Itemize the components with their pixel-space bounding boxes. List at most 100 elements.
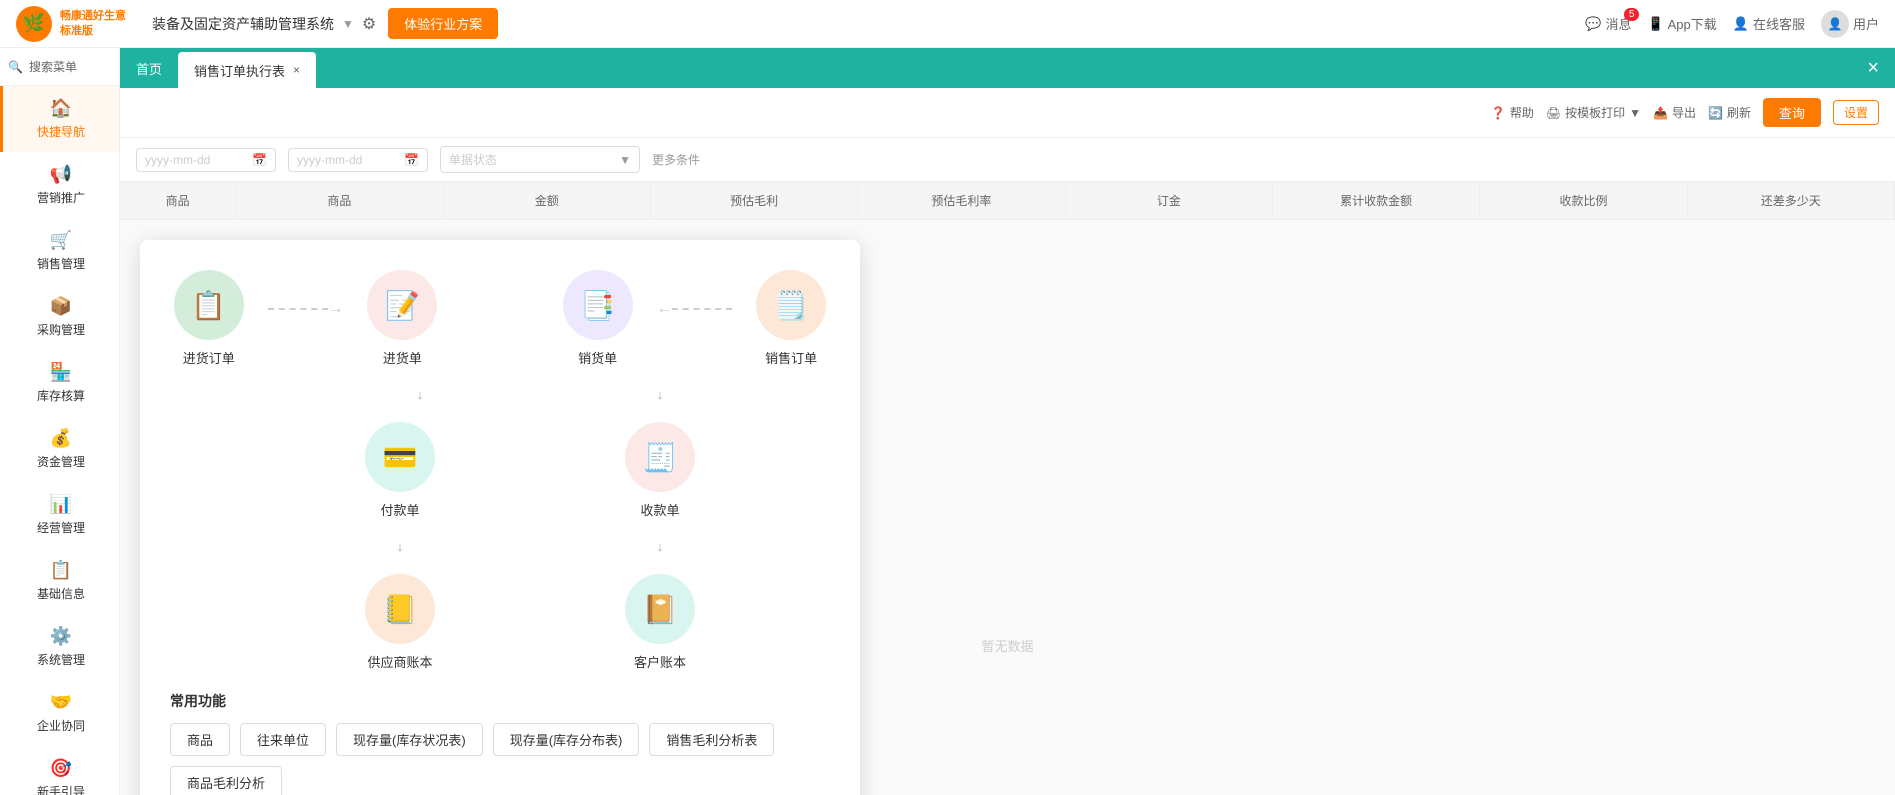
help-button[interactable]: ❓ 帮助 (1491, 104, 1534, 121)
purchase-receipt-label: 进货单 (383, 348, 422, 367)
sidebar-item-guide[interactable]: 🎯新手引导 (0, 746, 119, 795)
table-header-1: 商品 (236, 182, 443, 219)
sidebar-item-enterprise[interactable]: 🤝企业协同 (0, 680, 119, 746)
function-button[interactable]: 往来单位 (240, 723, 326, 756)
flow-node-receipt[interactable]: 🧾 收款单 (610, 422, 710, 519)
finance-icon: 💰 (50, 428, 72, 449)
sales-receipt-circle: 📑 (563, 270, 633, 340)
payment-circle: 💳 (365, 422, 435, 492)
tab-sales-order-exec[interactable]: 销售订单执行表 × (178, 52, 316, 88)
dropdown-arrow-icon[interactable]: ▼ (342, 17, 354, 31)
sales-icon: 🛒 (50, 230, 72, 251)
message-badge: 5 (1624, 8, 1640, 21)
modal-overlay: 📋 进货订单 → 📝 进货单 (120, 220, 1895, 795)
table-header-5: 订金 (1066, 182, 1273, 219)
flow-row-1: 📋 进货订单 → 📝 进货单 (170, 270, 830, 367)
search-menu-button[interactable]: 🔍 搜索菜单 (0, 48, 119, 86)
sidebar-item-basic[interactable]: 📋基础信息 (0, 548, 119, 614)
flow-diagram: 📋 进货订单 → 📝 进货单 (170, 270, 830, 671)
date-input-end[interactable]: yyyy-mm-dd 📅 (288, 148, 428, 172)
flow-node-payment[interactable]: 💳 付款单 (350, 422, 450, 519)
select-dropdown-icon: ▼ (619, 153, 631, 167)
print-icon: 🖨 (1546, 106, 1561, 120)
flow-node-customer-ledger[interactable]: 📔 客户账本 (610, 574, 710, 671)
date-input[interactable]: yyyy-mm-dd 📅 (136, 148, 276, 172)
query-button[interactable]: 查询 (1763, 98, 1821, 127)
purchase-order-circle: 📋 (174, 270, 244, 340)
table-header-0: 商品 (120, 182, 236, 219)
top-bar: 🌿 畅康通好生意 标准版 装备及固定资产辅助管理系统 ▼ ⚙ 体验行业方案 💬 … (0, 0, 1895, 48)
calendar-icon-end: 📅 (404, 153, 419, 167)
search-icon: 🔍 (8, 60, 23, 74)
gear-icon[interactable]: ⚙ (362, 14, 376, 34)
more-conditions-button[interactable]: 更多条件 (652, 151, 700, 168)
experience-button[interactable]: 体验行业方案 (388, 8, 498, 39)
app-download-button[interactable]: 📱 App下载 (1647, 14, 1716, 33)
common-functions: 常用功能 商品往来单位现存量(库存状况表)现存量(库存分布表)销售毛利分析表商品… (170, 691, 830, 795)
system-icon: ⚙️ (50, 626, 72, 647)
supplier-ledger-label: 供应商账本 (367, 652, 432, 671)
customer-ledger-label: 客户账本 (634, 652, 686, 671)
refresh-button[interactable]: 🔄 刷新 (1708, 104, 1751, 121)
sidebar-item-operations[interactable]: 📊经营管理 (0, 482, 119, 548)
sidebar-item-sales[interactable]: 🛒销售管理 (0, 218, 119, 284)
function-button[interactable]: 现存量(库存分布表) (493, 723, 640, 756)
sidebar-item-purchase[interactable]: 📦采购管理 (0, 284, 119, 350)
flow-node-purchase-receipt[interactable]: 📝 进货单 (364, 270, 442, 367)
online-service-button[interactable]: 👤 在线客服 (1733, 14, 1805, 33)
logo-text: 畅康通好生意 标准版 (60, 9, 126, 38)
export-button[interactable]: 📤 导出 (1653, 104, 1696, 121)
sidebar-item-quick-nav[interactable]: 🏠快捷导航 (0, 86, 119, 152)
flow-row-2: 💳 付款单 🧾 收款单 (350, 422, 830, 519)
logo-area: 🌿 畅康通好生意 标准版 (16, 6, 136, 42)
status-select[interactable]: 单据状态 ▼ (440, 146, 640, 173)
function-button[interactable]: 现存量(库存状况表) (336, 723, 483, 756)
purchase-order-label: 进货订单 (183, 348, 235, 367)
sidebar: 🔍 搜索菜单 🏠快捷导航📢营销推广🛒销售管理📦采购管理🏪库存核算💰资金管理📊经营… (0, 48, 120, 795)
sidebar-item-inventory[interactable]: 🏪库存核算 (0, 350, 119, 416)
print-button[interactable]: 🖨 按模板打印 ▼ (1546, 104, 1641, 121)
tab-home[interactable]: 首页 (120, 48, 178, 88)
flow-node-purchase-order[interactable]: 📋 进货订单 (170, 270, 248, 367)
main-content: 📋 进货订单 → 📝 进货单 (120, 220, 1895, 795)
export-icon: 📤 (1653, 106, 1668, 120)
sales-receipt-label: 销货单 (578, 348, 617, 367)
flow-node-supplier-ledger[interactable]: 📒 供应商账本 (350, 574, 450, 671)
table-header-2: 金额 (444, 182, 651, 219)
top-right-area: 💬 消息 5 📱 App下载 👤 在线客服 👤 用户 (1585, 10, 1879, 38)
sidebar-item-finance[interactable]: 💰资金管理 (0, 416, 119, 482)
purchase-receipt-circle: 📝 (367, 270, 437, 340)
sidebar-item-marketing[interactable]: 📢营销推广 (0, 152, 119, 218)
receipt-label: 收款单 (640, 500, 679, 519)
filter-row: yyyy-mm-dd 📅 yyyy-mm-dd 📅 单据状态 ▼ 更多条件 (120, 138, 1895, 182)
app-icon: 📱 (1647, 16, 1663, 32)
sales-order-label: 销售订单 (765, 348, 817, 367)
toolbar-right: ❓ 帮助 🖨 按模板打印 ▼ 📤 导出 🔄 刷新 (1491, 98, 1879, 127)
basic-icon: 📋 (50, 560, 72, 581)
message-button[interactable]: 💬 消息 5 (1585, 14, 1631, 33)
message-icon: 💬 (1585, 16, 1601, 32)
user-avatar: 👤 (1821, 10, 1849, 38)
settings-button[interactable]: 设置 (1833, 100, 1879, 125)
enterprise-icon: 🤝 (50, 692, 72, 713)
operations-icon: 📊 (50, 494, 72, 515)
function-buttons-row1: 商品往来单位现存量(库存状况表) 现存量(库存分布表) 销售毛利分析表商品毛利分析 (170, 723, 830, 795)
function-button[interactable]: 商品毛利分析 (170, 766, 282, 795)
marketing-icon: 📢 (50, 164, 72, 185)
table-header-8: 还差多少天 (1688, 182, 1895, 219)
user-area[interactable]: 👤 用户 (1821, 10, 1879, 38)
table-header: 商品商品金额预估毛利预估毛利率订金累计收款金额收款比例还差多少天 (120, 182, 1895, 220)
customer-ledger-circle: 📔 (625, 574, 695, 644)
flow-node-sales-order[interactable]: 🗒️ 销售订单 (752, 270, 830, 367)
supplier-ledger-circle: 📒 (365, 574, 435, 644)
function-button[interactable]: 销售毛利分析表 (649, 723, 774, 756)
function-button[interactable]: 商品 (170, 723, 230, 756)
logo-icon: 🌿 (16, 6, 52, 42)
service-icon: 👤 (1733, 16, 1749, 32)
tab-close-icon[interactable]: × (293, 63, 300, 77)
close-panel-icon[interactable]: × (1867, 57, 1879, 79)
table-header-3: 预估毛利 (651, 182, 858, 219)
sidebar-item-system[interactable]: ⚙️系统管理 (0, 614, 119, 680)
flow-node-sales-receipt[interactable]: 📑 销货单 (559, 270, 637, 367)
purchase-icon: 📦 (50, 296, 72, 317)
